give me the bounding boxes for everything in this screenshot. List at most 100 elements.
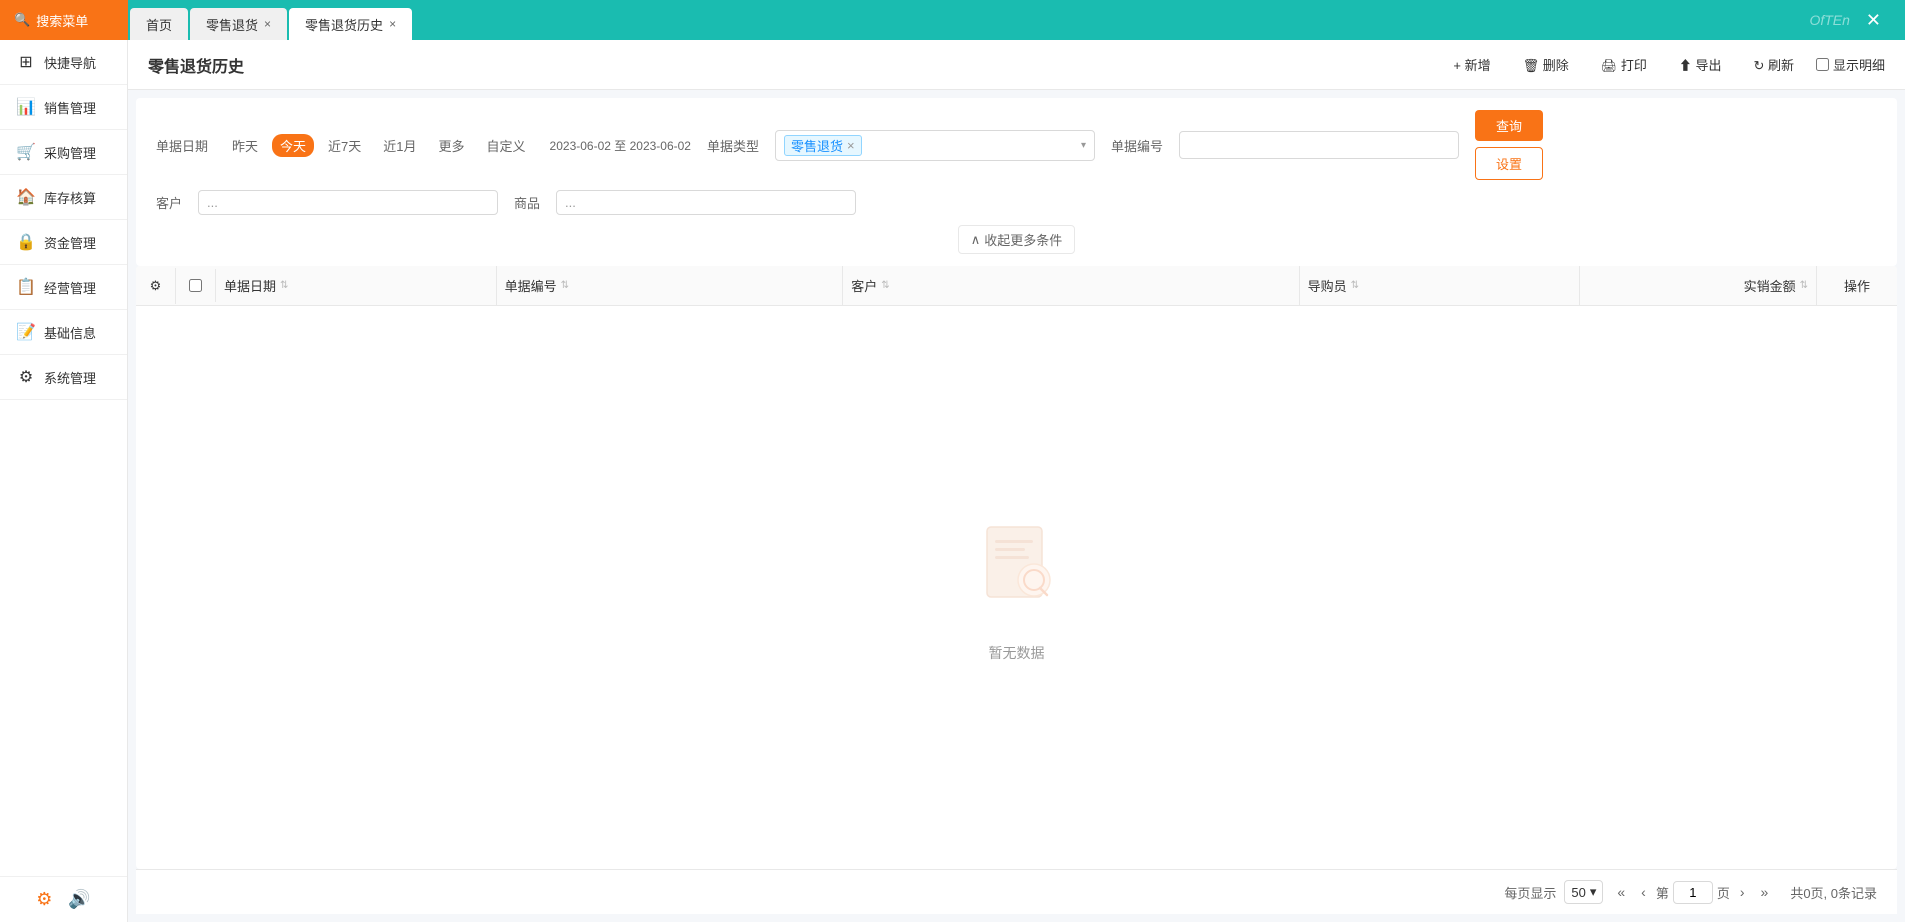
page-nav: « ‹ 第 页 › » (1611, 881, 1774, 904)
doc-number-label: 单据编号 (1111, 136, 1163, 155)
th-number-label: 单据编号 (505, 276, 557, 295)
pagination: 每页显示 50 ▾ « ‹ 第 页 › » 共0页, 0条记录 (136, 869, 1897, 914)
sidebar-label-operations-mgmt: 经营管理 (44, 278, 96, 297)
select-all-checkbox[interactable] (189, 279, 202, 292)
page-input-area: 第 页 (1656, 881, 1730, 904)
sidebar-label-basic-info: 基础信息 (44, 323, 96, 342)
customer-input[interactable]: ... (198, 190, 498, 215)
table-empty: 暂无数据 (136, 306, 1897, 869)
filter-row-2: 客户 ... 商品 ... (156, 190, 1877, 215)
tab-close-retail-return-history[interactable]: × (389, 17, 396, 31)
collapse-btn[interactable]: ∧ 收起更多条件 (958, 225, 1076, 254)
date-btn-today[interactable]: 今天 (272, 134, 314, 157)
tab-retail-return[interactable]: 零售退货× (190, 8, 287, 40)
sidebar-item-system-mgmt[interactable]: ⚙系统管理 (0, 355, 127, 400)
collapse-label: 收起更多条件 (984, 230, 1062, 249)
settings-icon-btn[interactable]: ⚙ (36, 889, 52, 910)
date-btn-more[interactable]: 更多 (431, 134, 473, 157)
volume-icon-btn[interactable]: 🔊 (68, 889, 90, 910)
sidebar-item-operations-mgmt[interactable]: 📋经营管理 (0, 265, 127, 310)
settings-button[interactable]: 设置 (1475, 147, 1543, 180)
doc-type-tag: 零售退货 × (784, 135, 862, 156)
next-page-btn[interactable]: › (1734, 882, 1751, 902)
th-date-label: 单据日期 (224, 276, 276, 295)
content-area: 零售退货历史 + 新增 🗑 删除 🖨 打印 ⬆ 导出 ↻ 刷新 显示明细 单据日… (128, 40, 1905, 922)
th-settings[interactable]: ⚙ (136, 268, 176, 304)
date-label: 单据日期 (156, 136, 208, 155)
quick-nav-icon: ⊞ (16, 52, 36, 72)
doc-type-select[interactable]: 零售退货 × ▾ (775, 130, 1095, 161)
date-btn-custom[interactable]: 自定义 (479, 134, 534, 157)
basic-info-icon: 📝 (16, 322, 36, 342)
tab-label-home: 首页 (146, 15, 172, 34)
th-ops-label: 操作 (1844, 276, 1870, 295)
main-layout: ⊞ 快捷导航 📊销售管理🛒采购管理🏠库存核算🔒资金管理📋经营管理 📝 基础信息 ⚙系统管理… (0, 40, 1905, 922)
date-btn-1month[interactable]: 近1月 (375, 134, 424, 157)
search-box[interactable]: 🔍 搜索菜单 (0, 0, 128, 40)
print-button[interactable]: 🖨 打印 (1591, 50, 1657, 79)
new-button[interactable]: + 新增 (1443, 50, 1500, 79)
th-amount-label: 实销金额 (1744, 276, 1796, 295)
th-customer[interactable]: 客户 ⇅ (843, 266, 1299, 305)
doc-number-input[interactable] (1179, 131, 1459, 159)
th-guide-sort: ⇅ (1351, 280, 1359, 291)
sidebar-item-sales-mgmt[interactable]: 📊销售管理 (0, 85, 127, 130)
th-checkbox[interactable] (176, 269, 216, 302)
page-number-input[interactable] (1673, 881, 1713, 904)
sidebar-item-quick-nav[interactable]: ⊞ 快捷导航 (0, 40, 127, 85)
th-number-sort: ⇅ (561, 280, 569, 291)
refresh-button[interactable]: ↻ 刷新 (1743, 50, 1804, 79)
tab-label-retail-return-history: 零售退货历史 (305, 15, 383, 34)
sidebar-item-inventory[interactable]: 🏠库存核算 (0, 175, 127, 220)
header-actions: + 新增 🗑 删除 🖨 打印 ⬆ 导出 ↻ 刷新 显示明细 (1443, 50, 1885, 79)
th-guide[interactable]: 导购员 ⇅ (1300, 266, 1581, 305)
window-close-btn[interactable]: ✕ (1858, 10, 1889, 31)
query-button[interactable]: 查询 (1475, 110, 1543, 141)
goods-input[interactable]: ... (556, 190, 856, 215)
first-page-btn[interactable]: « (1611, 882, 1631, 902)
sidebar-label-purchase-mgmt: 采购管理 (44, 143, 96, 162)
sidebar: ⊞ 快捷导航 📊销售管理🛒采购管理🏠库存核算🔒资金管理📋经营管理 📝 基础信息 ⚙系统管理… (0, 40, 128, 922)
doc-type-remove[interactable]: × (847, 138, 855, 153)
th-customer-label: 客户 (851, 276, 877, 295)
date-btn-yesterday[interactable]: 昨天 (224, 134, 266, 157)
page-summary: 共0页, 0条记录 (1790, 883, 1877, 902)
filter-row-1: 单据日期 昨天 今天 近7天 近1月 更多 自定义 2023-06-02 至 2… (156, 110, 1877, 180)
per-page-label: 每页显示 (1504, 883, 1556, 902)
search-icon: 🔍 (14, 12, 30, 28)
th-amount-sort: ⇅ (1800, 280, 1808, 291)
doc-type-label: 单据类型 (707, 136, 759, 155)
sidebar-label-sales-mgmt: 销售管理 (44, 98, 96, 117)
per-page-select[interactable]: 50 ▾ (1564, 880, 1603, 904)
show-detail-label[interactable]: 显示明细 (1816, 55, 1885, 74)
tab-home[interactable]: 首页 (130, 8, 188, 40)
last-page-btn[interactable]: » (1755, 882, 1775, 902)
page-label: 第 (1656, 883, 1669, 902)
show-detail-checkbox[interactable] (1816, 58, 1829, 71)
top-right-area: OfTEn ✕ (1809, 10, 1905, 31)
tab-close-retail-return[interactable]: × (264, 17, 271, 31)
th-ops: 操作 (1817, 266, 1897, 305)
date-btn-7days[interactable]: 近7天 (320, 134, 369, 157)
empty-illustration (967, 512, 1067, 631)
table-container: ⚙ 单据日期 ⇅ 单据编号 ⇅ 客户 ⇅ 导购员 ⇅ (136, 266, 1897, 869)
delete-button[interactable]: 🗑 删除 (1513, 50, 1579, 79)
date-filters: 昨天 今天 近7天 近1月 更多 自定义 (224, 134, 534, 157)
prev-page-btn[interactable]: ‹ (1635, 882, 1652, 902)
table-header: ⚙ 单据日期 ⇅ 单据编号 ⇅ 客户 ⇅ 导购员 ⇅ (136, 266, 1897, 306)
th-number[interactable]: 单据编号 ⇅ (497, 266, 844, 305)
per-page-arrow: ▾ (1590, 884, 1597, 900)
th-amount[interactable]: 实销金额 ⇅ (1580, 266, 1817, 305)
sidebar-item-purchase-mgmt[interactable]: 🛒采购管理 (0, 130, 127, 175)
th-date[interactable]: 单据日期 ⇅ (216, 266, 497, 305)
sidebar-label-finance-mgmt: 资金管理 (44, 233, 96, 252)
tab-retail-return-history[interactable]: 零售退货历史 × (289, 8, 412, 40)
sidebar-item-basic-info[interactable]: 📝 基础信息 (0, 310, 127, 355)
export-button[interactable]: ⬆ 导出 (1669, 50, 1732, 79)
query-settings-area: 查询 设置 (1475, 110, 1543, 180)
inventory-icon: 🏠 (16, 187, 36, 207)
sidebar-label-quick-nav: 快捷导航 (44, 53, 96, 72)
often-watermark: OfTEn (1809, 12, 1849, 28)
doc-type-value: 零售退货 (791, 136, 843, 155)
sidebar-item-finance-mgmt[interactable]: 🔒资金管理 (0, 220, 127, 265)
